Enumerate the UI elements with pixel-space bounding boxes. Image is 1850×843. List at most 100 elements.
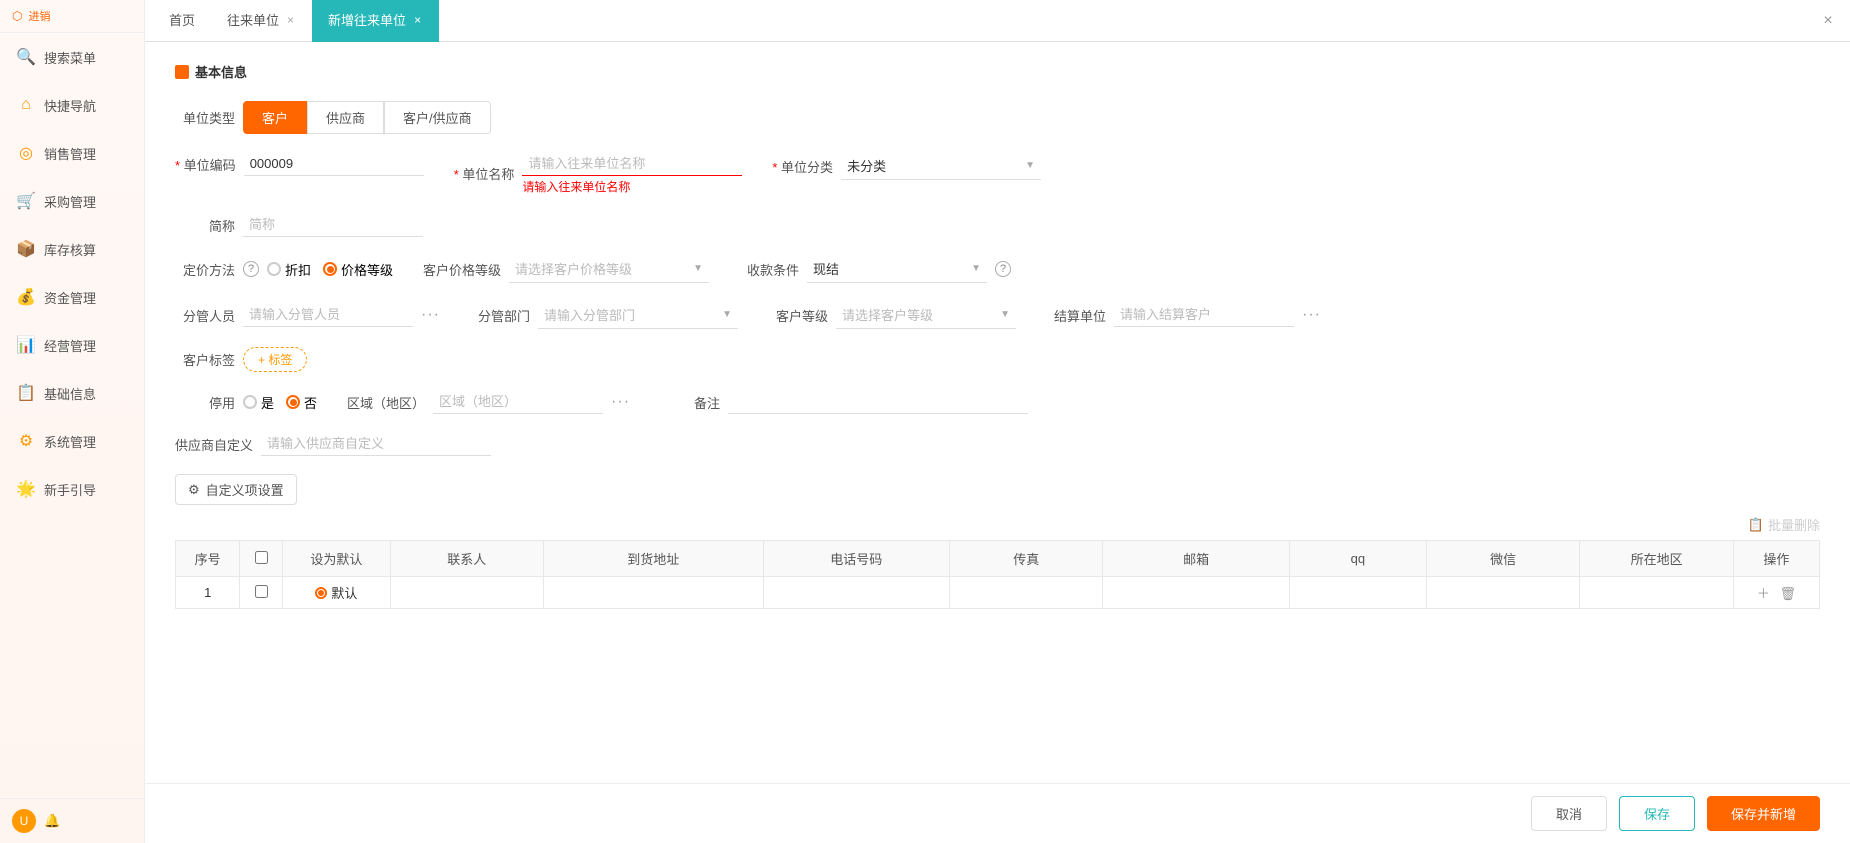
- no-radio-dot: [290, 399, 297, 406]
- sidebar-item-inventory[interactable]: 📦 库存核算: [0, 225, 144, 273]
- supervisor-more-icon[interactable]: ···: [421, 306, 440, 324]
- contacts-table: 序号 设为默认 联系人 到货地址 电话号码 传真 邮箱 qq 微信 所在地区: [175, 540, 1820, 609]
- quicknav-icon: ⌂: [16, 95, 36, 115]
- btn-supplier[interactable]: 供应商: [307, 101, 384, 134]
- address-input[interactable]: [593, 585, 713, 600]
- email-input[interactable]: [1146, 585, 1246, 600]
- region-field: 区域（地区） ···: [347, 390, 630, 414]
- supervisor-input[interactable]: [243, 303, 413, 327]
- disable-field: 停用 是 否: [175, 393, 317, 412]
- pricing-help-icon[interactable]: ?: [243, 261, 259, 277]
- row-add-icon[interactable]: ＋: [1757, 586, 1770, 601]
- add-tag-button[interactable]: + 标签: [243, 347, 307, 372]
- phone-input[interactable]: [806, 585, 906, 600]
- code-name-category-row: 单位编码 单位名称 请输入往来单位名称 单位分类 未分类 ▼: [175, 152, 1820, 195]
- sidebar-bottom: U 🔔: [0, 798, 144, 843]
- remark-input[interactable]: [728, 390, 1028, 414]
- search-menu-icon: 🔍: [16, 47, 36, 67]
- sidebar-item-purchase[interactable]: 🛒 采购管理: [0, 177, 144, 225]
- sidebar-logo: ⬡ 进销: [0, 0, 144, 33]
- unit-category-dropdown[interactable]: 未分类 ▼: [841, 152, 1041, 180]
- settlement-unit-input[interactable]: [1114, 303, 1294, 327]
- unit-name-field: 单位名称 请输入往来单位名称: [454, 152, 743, 195]
- save-add-button[interactable]: 保存并新增: [1707, 796, 1820, 831]
- region-input[interactable]: [433, 390, 603, 414]
- cancel-button[interactable]: 取消: [1531, 796, 1607, 831]
- sidebar-item-guide[interactable]: 🌟 新手引导: [0, 465, 144, 513]
- select-all-checkbox[interactable]: [255, 551, 268, 564]
- sidebar-item-system[interactable]: ⚙ 系统管理: [0, 417, 144, 465]
- discount-radio-circle: [267, 262, 281, 276]
- remark-field: 备注: [660, 390, 1028, 414]
- col-default: 设为默认: [283, 541, 390, 577]
- section-basic-info-title: 基本信息: [175, 62, 1820, 81]
- notification-icon[interactable]: 🔔: [44, 813, 60, 829]
- system-icon: ⚙: [16, 431, 36, 451]
- btn-customer[interactable]: 客户: [243, 101, 307, 134]
- supplier-custom-row: 供应商自定义: [175, 432, 1820, 456]
- department-arrow: ▼: [722, 309, 732, 320]
- department-field: 分管部门 请输入分管部门 ▼: [470, 301, 738, 329]
- disable-yes-radio[interactable]: 是: [243, 393, 274, 412]
- pricing-discount-radio[interactable]: 折扣: [267, 260, 311, 279]
- sidebar-item-operations[interactable]: 📊 经营管理: [0, 321, 144, 369]
- disable-radio-group: 是 否: [243, 393, 317, 412]
- operations-icon: 📊: [16, 335, 36, 355]
- unit-name-wrapper: 请输入往来单位名称: [522, 152, 742, 195]
- qq-input[interactable]: [1323, 585, 1393, 600]
- tab-new-partner-close-icon[interactable]: ×: [412, 13, 423, 27]
- tab-partner-close-icon[interactable]: ×: [285, 13, 296, 27]
- tab-home[interactable]: 首页: [153, 0, 211, 42]
- payment-help-icon[interactable]: ?: [995, 261, 1011, 277]
- col-address: 到货地址: [544, 541, 763, 577]
- sidebar-item-basic[interactable]: 📋 基础信息: [0, 369, 144, 417]
- settings-gear-icon: ⚙: [188, 482, 200, 498]
- disable-region-row: 停用 是 否 区域（地区） ···: [175, 390, 1820, 414]
- save-button[interactable]: 保存: [1619, 796, 1695, 831]
- pricing-grade-radio[interactable]: 价格等级: [323, 260, 393, 279]
- short-name-input[interactable]: [243, 213, 423, 237]
- short-name-field: 简称: [175, 213, 423, 237]
- row-fax: [949, 577, 1102, 609]
- sidebar-item-sales[interactable]: ◎ 销售管理: [0, 129, 144, 177]
- department-dropdown[interactable]: 请输入分管部门 ▼: [538, 301, 738, 329]
- col-phone: 电话号码: [763, 541, 949, 577]
- customer-level-dropdown[interactable]: 请选择客户等级 ▼: [836, 301, 1016, 329]
- supplier-custom-input[interactable]: [261, 432, 491, 456]
- payment-terms-dropdown[interactable]: 现结 ▼: [807, 255, 987, 283]
- btn-both[interactable]: 客户/供应商: [384, 101, 491, 134]
- sidebar-item-search[interactable]: 🔍 搜索菜单: [0, 33, 144, 81]
- disable-no-radio[interactable]: 否: [286, 393, 317, 412]
- col-wechat: 微信: [1426, 541, 1579, 577]
- customer-price-field: 客户价格等级 请选择客户价格等级 ▼: [423, 255, 709, 283]
- tab-partner[interactable]: 往来单位 ×: [211, 0, 312, 42]
- loc-region-input[interactable]: [1617, 585, 1697, 600]
- row-action: ＋ 🗑: [1733, 577, 1819, 609]
- customer-level-field: 客户等级 请选择客户等级 ▼: [768, 301, 1016, 329]
- form-area: 基本信息 单位类型 客户 供应商 客户/供应商 单位编码 单位名称: [145, 42, 1850, 783]
- sidebar-item-quicknav[interactable]: ⌂ 快捷导航: [0, 81, 144, 129]
- custom-settings-button[interactable]: ⚙ 自定义项设置: [175, 474, 297, 505]
- col-contact: 联系人: [390, 541, 543, 577]
- tab-new-partner[interactable]: 新增往来单位 ×: [312, 0, 439, 42]
- default-radio[interactable]: [315, 587, 327, 599]
- region-more-icon[interactable]: ···: [611, 393, 630, 411]
- batch-delete-area: 📋 批量删除: [175, 515, 1820, 534]
- payment-terms-field: 收款条件 现结 ▼ ?: [739, 255, 1011, 283]
- wechat-input[interactable]: [1463, 585, 1543, 600]
- batch-delete-label[interactable]: 批量删除: [1768, 515, 1820, 534]
- batch-delete-icon: 📋: [1748, 517, 1764, 533]
- unit-code-input[interactable]: [244, 152, 424, 176]
- row-delete-icon[interactable]: 🗑: [1779, 586, 1796, 601]
- col-qq: qq: [1289, 541, 1426, 577]
- settlement-more-icon[interactable]: ···: [1302, 306, 1321, 324]
- sidebar-item-finance[interactable]: 💰 资金管理: [0, 273, 144, 321]
- section-icon: [175, 65, 189, 79]
- unit-name-input[interactable]: [522, 152, 742, 176]
- fax-input[interactable]: [986, 585, 1066, 600]
- window-close-button[interactable]: ×: [1814, 7, 1842, 35]
- contact-input[interactable]: [427, 585, 507, 600]
- customer-price-dropdown[interactable]: 请选择客户价格等级 ▼: [509, 255, 709, 283]
- settlement-unit-field: 结算单位 ···: [1046, 303, 1321, 327]
- row-select-checkbox[interactable]: [255, 585, 268, 598]
